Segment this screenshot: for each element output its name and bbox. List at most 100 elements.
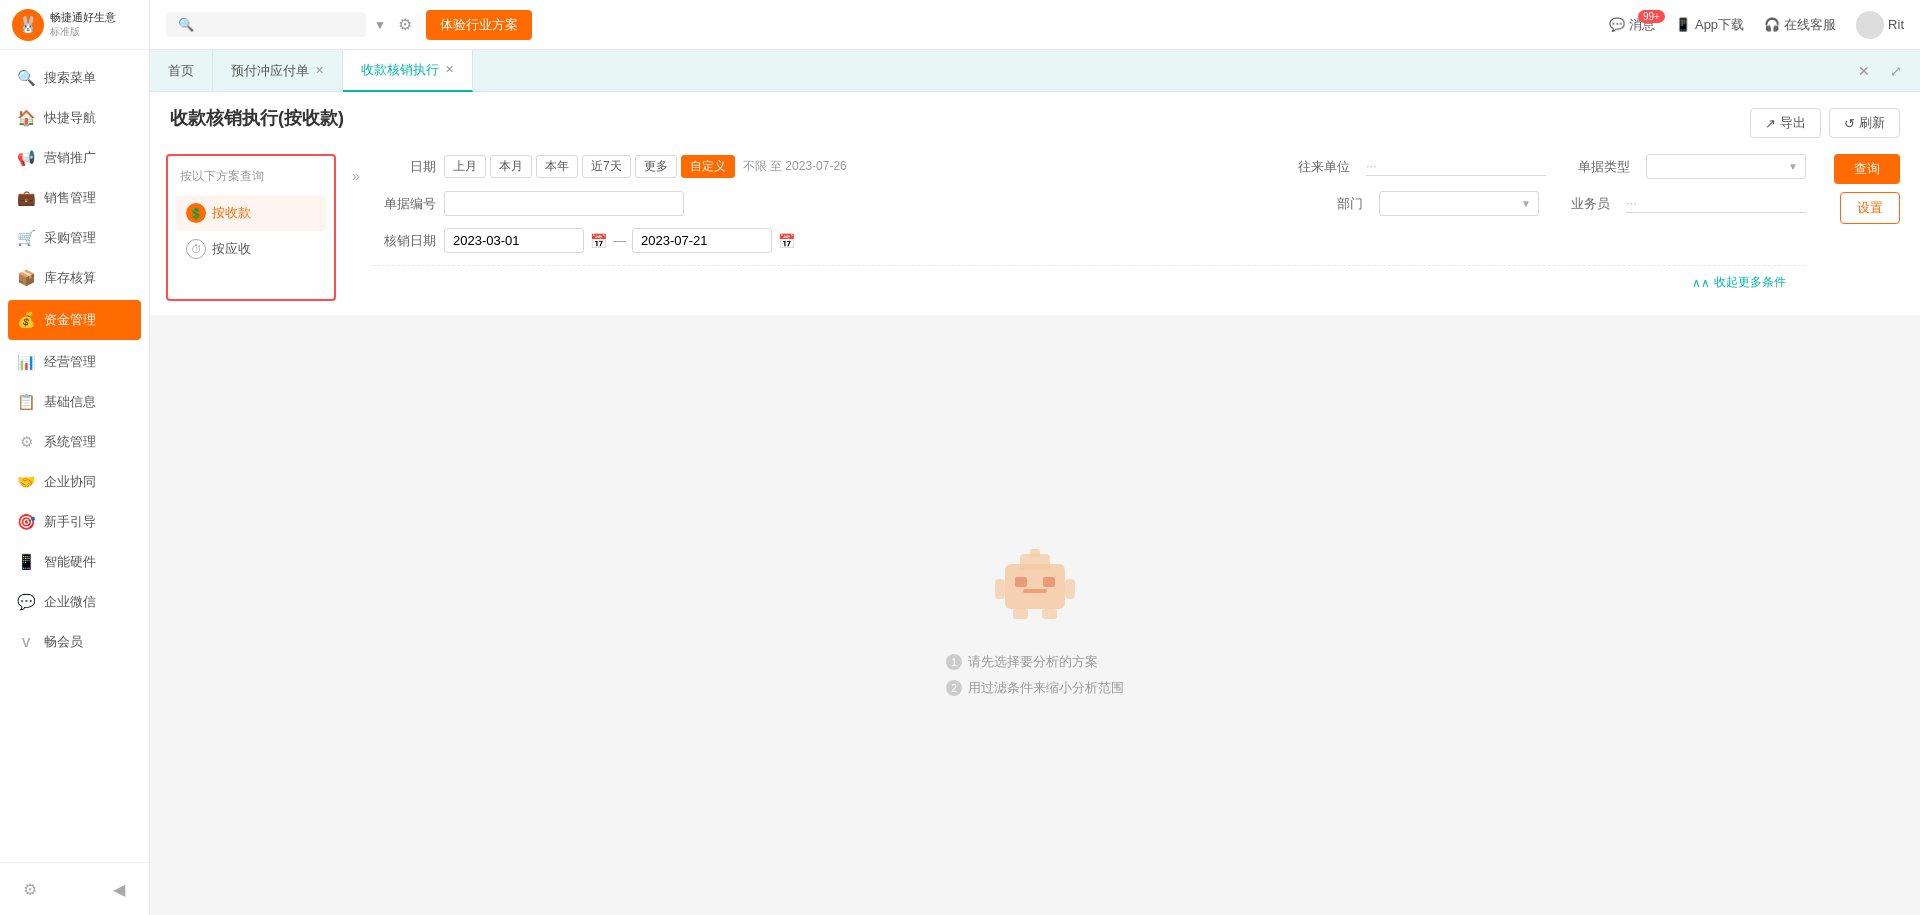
username-label: Rit	[1888, 17, 1904, 32]
date-btn-7days[interactable]: 近7天	[582, 155, 631, 178]
tab-expand-icon[interactable]: ⤢	[1884, 59, 1908, 83]
receivable-icon: ⏱	[186, 239, 206, 259]
filter-sidebar-title: 按以下方案查询	[176, 168, 326, 185]
collapse-more-button[interactable]: ∧∧ 收起更多条件	[1692, 274, 1786, 291]
topbar-search-box[interactable]: 🔍	[166, 12, 366, 37]
sales-icon: 💼	[16, 188, 36, 208]
sidebar-item-basic[interactable]: 📋 基础信息	[0, 382, 149, 422]
topbar-user[interactable]: Rit	[1856, 11, 1904, 39]
sidebar-item-purchase[interactable]: 🛒 采购管理	[0, 218, 149, 258]
tabbar-controls: ✕ ⤢	[1852, 59, 1920, 83]
online-service-icon: 🎧	[1764, 17, 1780, 32]
empty-illustration	[985, 529, 1085, 629]
member-icon: V	[16, 632, 36, 652]
system-icon: ⚙	[16, 432, 36, 452]
settings-footer-icon[interactable]: ⚙	[16, 875, 44, 903]
date-btn-more[interactable]: 更多	[635, 155, 677, 178]
sidebar-item-quicknav[interactable]: 🏠 快捷导航	[0, 98, 149, 138]
department-select-wrapper: ▼	[1379, 191, 1539, 216]
filter-row-1: 日期 上月 本月 本年 近7天 更多 自定义 不限 至 2023-07-26	[372, 154, 1806, 179]
svg-rect-6	[995, 579, 1005, 599]
sidebar-item-enterprise[interactable]: 🤝 企业协同	[0, 462, 149, 502]
hardware-icon: 📱	[16, 552, 36, 572]
topbar-app-download[interactable]: 📱 App下载	[1675, 16, 1744, 34]
date-range-display: 不限 至 2023-07-26	[743, 158, 847, 175]
finance-icon: 💰	[16, 310, 36, 330]
industry-btn[interactable]: 体验行业方案	[426, 10, 532, 40]
receipt-icon: 💲	[186, 203, 206, 223]
write-off-end-input[interactable]	[632, 228, 772, 253]
start-calendar-icon[interactable]: 📅	[590, 233, 607, 249]
sidebar-item-finance[interactable]: 💰 资金管理	[8, 300, 141, 340]
home-icon: 🏠	[16, 108, 36, 128]
svg-rect-8	[1013, 609, 1028, 619]
svg-rect-2	[1043, 577, 1055, 587]
search-bar-icon: 🔍	[178, 17, 194, 32]
doc-number-input[interactable]	[444, 191, 684, 216]
sidebar-item-guide[interactable]: 🎯 新手引导	[0, 502, 149, 542]
filter-collapse-button[interactable]: »	[352, 154, 372, 301]
sidebar-item-hardware[interactable]: 📱 智能硬件	[0, 542, 149, 582]
topbar: 🔍 ▼ ⚙ 体验行业方案 💬 消息 99+ 📱 App下载 🎧 在线客服 Rit	[150, 0, 1920, 50]
query-area: 收款核销执行(按收款) ↗ 导出 ↺ 刷新 按以下方案查询	[150, 92, 1920, 315]
write-off-date-label: 核销日期	[372, 232, 444, 250]
tab-home[interactable]: 首页	[150, 50, 213, 92]
staff-label: 业务员	[1571, 195, 1618, 213]
end-calendar-icon[interactable]: 📅	[778, 233, 795, 249]
collapse-more-area: ∧∧ 收起更多条件	[372, 265, 1806, 301]
basic-icon: 📋	[16, 392, 36, 412]
counterpart-dots: ···	[1366, 158, 1546, 173]
export-button[interactable]: ↗ 导出	[1750, 108, 1821, 138]
doc-type-select[interactable]	[1646, 154, 1806, 179]
collapse-chevron-icon: ∧∧	[1692, 276, 1710, 290]
sidebar-item-operation[interactable]: 📊 经营管理	[0, 342, 149, 382]
staff-group: 业务员 ···	[1571, 195, 1806, 213]
topbar-gear-icon[interactable]: ⚙	[398, 15, 412, 34]
sidebar-item-system[interactable]: ⚙ 系统管理	[0, 422, 149, 462]
sidebar-item-sales[interactable]: 💼 销售管理	[0, 178, 149, 218]
empty-hint-2: 用过滤条件来缩小分析范围	[946, 675, 1124, 701]
sidebar-item-marketing[interactable]: 📢 营销推广	[0, 138, 149, 178]
svg-rect-9	[1042, 609, 1057, 619]
topbar-dropdown-icon[interactable]: ▼	[374, 18, 386, 32]
empty-hint-1: 请先选择要分析的方案	[946, 649, 1124, 675]
app-download-icon: 📱	[1675, 17, 1691, 32]
tab-close-all-icon[interactable]: ✕	[1852, 59, 1876, 83]
settings-button[interactable]: 设置	[1840, 192, 1900, 224]
staff-input-area[interactable]: ···	[1626, 195, 1806, 213]
tab-collect[interactable]: 收款核销执行 ✕	[343, 50, 473, 92]
filter-by-receivable[interactable]: ⏱ 按应收	[176, 231, 326, 267]
date-btn-this-year[interactable]: 本年	[536, 155, 578, 178]
topbar-message[interactable]: 💬 消息 99+	[1609, 16, 1655, 34]
filter-by-receipt[interactable]: 💲 按收款	[176, 195, 326, 231]
prepay-tab-close-icon[interactable]: ✕	[315, 64, 324, 77]
write-off-start-input[interactable]	[444, 228, 584, 253]
enterprise-icon: 🤝	[16, 472, 36, 492]
sidebar: 🐰 畅捷通好生意 标准版 🔍 搜索菜单 🏠 快捷导航 📢 营销推广 💼 销售管理…	[0, 0, 150, 915]
sidebar-item-search[interactable]: 🔍 搜索菜单	[0, 58, 149, 98]
date-btn-this-month[interactable]: 本月	[490, 155, 532, 178]
content-area: 收款核销执行(按收款) ↗ 导出 ↺ 刷新 按以下方案查询	[150, 92, 1920, 915]
guide-icon: 🎯	[16, 512, 36, 532]
sidebar-item-inventory[interactable]: 📦 库存核算	[0, 258, 149, 298]
tab-prepay[interactable]: 预付冲应付单 ✕	[213, 50, 343, 92]
collapse-sidebar-icon[interactable]: ◀	[105, 875, 133, 903]
home-tab-label: 首页	[168, 62, 194, 80]
filter-and-form: 按以下方案查询 💲 按收款 ⏱ 按应收 » 日期	[150, 140, 1920, 315]
counterpart-field-group: 往来单位 ··· 单据类型 ▼	[1298, 154, 1806, 179]
counterpart-input-area[interactable]: ···	[1366, 158, 1546, 176]
query-button[interactable]: 查询	[1834, 154, 1900, 184]
marketing-icon: 📢	[16, 148, 36, 168]
date-btn-custom[interactable]: 自定义	[681, 155, 735, 178]
refresh-button[interactable]: ↺ 刷新	[1829, 108, 1900, 138]
filter-row-3: 核销日期 📅 — 📅	[372, 228, 1806, 253]
svg-rect-7	[1065, 579, 1075, 599]
collect-tab-close-icon[interactable]: ✕	[445, 63, 454, 76]
date-btn-prev-month[interactable]: 上月	[444, 155, 486, 178]
sidebar-item-member[interactable]: V 畅会员	[0, 622, 149, 662]
sidebar-item-wechat[interactable]: 💬 企业微信	[0, 582, 149, 622]
sidebar-menu: 🔍 搜索菜单 🏠 快捷导航 📢 营销推广 💼 销售管理 🛒 采购管理 📦 库存核…	[0, 50, 149, 862]
department-select[interactable]	[1379, 191, 1539, 216]
inventory-icon: 📦	[16, 268, 36, 288]
topbar-online-service[interactable]: 🎧 在线客服	[1764, 16, 1836, 34]
